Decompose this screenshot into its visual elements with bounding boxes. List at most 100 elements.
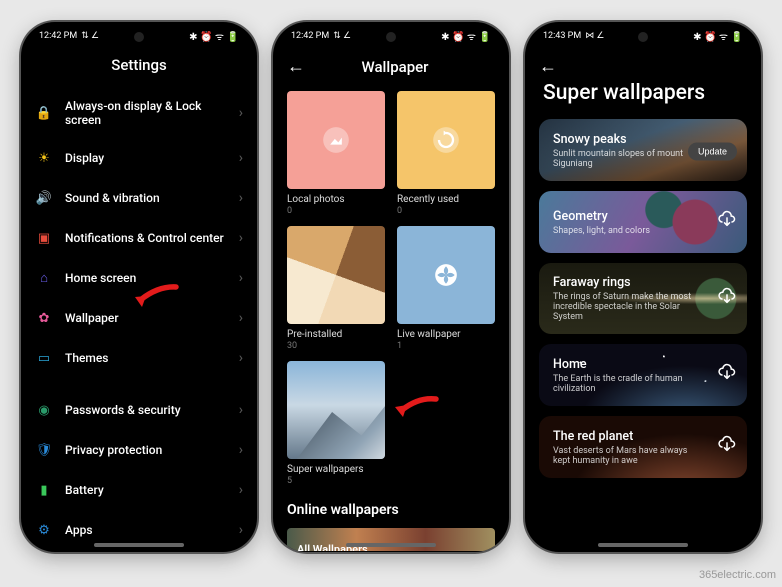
gear-icon: ⚙	[35, 521, 53, 539]
settings-item-passwords[interactable]: ◉ Passwords & security ›	[35, 390, 243, 430]
sw-card-desc: Shapes, light, and colors	[553, 226, 703, 236]
home-indicator[interactable]	[94, 543, 184, 547]
card-all-wallpapers[interactable]: All Wallpapers	[287, 528, 495, 551]
page-title: Super wallpapers	[525, 81, 761, 119]
settings-item-home-screen[interactable]: ⌂ Home screen ›	[35, 258, 243, 298]
chevron-right-icon: ›	[239, 350, 243, 366]
settings-item-label: Notifications & Control center	[65, 231, 224, 245]
sw-card-desc: Vast deserts of Mars have always kept hu…	[553, 446, 703, 466]
chevron-right-icon: ›	[239, 190, 243, 206]
card-count: 1	[397, 341, 495, 351]
sw-card-name: The red planet	[553, 429, 733, 444]
status-icons-left: ⇅ ∠	[81, 31, 99, 41]
status-icons-left: ⋈ ∠	[585, 31, 604, 41]
wallpaper-icon: ✿	[35, 309, 53, 327]
sw-card-red-planet[interactable]: The red planet Vast deserts of Mars have…	[539, 416, 747, 478]
sw-card-snowy-peaks[interactable]: Snowy peaks Sunlit mountain slopes of mo…	[539, 119, 747, 181]
page-title: Settings	[111, 56, 167, 74]
card-live-wallpaper[interactable]: Live wallpaper 1	[397, 226, 495, 351]
settings-item-themes[interactable]: ▭ Themes ›	[35, 338, 243, 378]
page-title: Wallpaper	[313, 58, 477, 76]
card-label: Live wallpaper	[397, 329, 495, 340]
card-count: 5	[287, 476, 385, 486]
card-local-photos[interactable]: Local photos 0	[287, 91, 385, 216]
chevron-right-icon: ›	[239, 105, 243, 121]
download-icon[interactable]	[717, 439, 737, 460]
section-online-wallpapers: Online wallpapers	[287, 502, 495, 518]
camera-notch	[386, 32, 396, 42]
wallpaper-scroll[interactable]: Local photos 0 Recently used 0 Pre-insta…	[273, 91, 509, 551]
lock-icon: 🔒	[35, 104, 53, 122]
status-icons-right: ✱ ⏰ ᯤ 🔋	[441, 29, 491, 43]
settings-item-label: Apps	[65, 523, 93, 537]
status-time: 12:42 PM	[39, 31, 77, 41]
card-label: Super wallpapers	[287, 464, 385, 475]
phone-super-wallpapers: 12:43 PM ⋈ ∠ ✱ ⏰ ᯤ 🔋 ← Super wallpapers …	[525, 22, 761, 552]
settings-item-label: Wallpaper	[65, 311, 119, 325]
chevron-right-icon: ›	[239, 270, 243, 286]
card-super-wallpapers[interactable]: Super wallpapers 5	[287, 361, 385, 486]
super-wallpaper-list[interactable]: Snowy peaks Sunlit mountain slopes of mo…	[525, 119, 761, 478]
settings-item-wallpaper[interactable]: ✿ Wallpaper ›	[35, 298, 243, 338]
fingerprint-icon: ◉	[35, 401, 53, 419]
sw-card-geometry[interactable]: Geometry Shapes, light, and colors	[539, 191, 747, 253]
settings-item-sound[interactable]: 🔊 Sound & vibration ›	[35, 178, 243, 218]
thumbnail	[287, 226, 385, 324]
sw-card-home[interactable]: Home The Earth is the cradle of human ci…	[539, 344, 747, 406]
card-count: 0	[287, 206, 385, 216]
control-center-icon: ▣	[35, 229, 53, 247]
settings-item-label: Home screen	[65, 271, 136, 285]
camera-notch	[638, 32, 648, 42]
header: ← Wallpaper	[273, 50, 509, 91]
settings-item-privacy[interactable]: 🛡 Privacy protection ›	[35, 430, 243, 470]
settings-item-label: Battery	[65, 483, 104, 497]
back-icon[interactable]: ←	[539, 56, 557, 77]
card-label: Pre-installed	[287, 329, 385, 340]
settings-item-additional[interactable]: ⋯ Additional settings ›	[35, 550, 243, 552]
status-icons-right: ✱ ⏰ ᯤ 🔋	[189, 29, 239, 43]
status-time: 12:42 PM	[291, 31, 329, 41]
chevron-right-icon: ›	[239, 442, 243, 458]
settings-item-aod[interactable]: 🔒 Always-on display & Lock screen ›	[35, 88, 243, 138]
sw-card-faraway-rings[interactable]: Faraway rings The rings of Saturn make t…	[539, 263, 747, 334]
card-recently-used[interactable]: Recently used 0	[397, 91, 495, 216]
settings-item-battery[interactable]: ▮ Battery ›	[35, 470, 243, 510]
home-indicator[interactable]	[598, 543, 688, 547]
sw-card-name: Home	[553, 357, 733, 372]
thumbnail	[287, 91, 385, 189]
update-button[interactable]: Update	[688, 143, 737, 161]
settings-item-label: Display	[65, 151, 104, 165]
thumbnail: All Wallpapers	[287, 528, 495, 551]
settings-list: 🔒 Always-on display & Lock screen › ☀ Di…	[21, 88, 257, 552]
sw-card-desc: Sunlit mountain slopes of mount Sigunian…	[553, 149, 703, 169]
home-icon: ⌂	[35, 269, 53, 287]
download-icon[interactable]	[717, 214, 737, 235]
back-icon[interactable]: ←	[287, 56, 305, 77]
settings-item-label: Sound & vibration	[65, 191, 160, 205]
card-pre-installed[interactable]: Pre-installed 30	[287, 226, 385, 351]
sw-card-name: Faraway rings	[553, 275, 733, 290]
image-icon	[322, 126, 350, 154]
thumbnail	[397, 226, 495, 324]
chevron-right-icon: ›	[239, 310, 243, 326]
settings-item-label: Passwords & security	[65, 403, 181, 417]
chevron-right-icon: ›	[239, 150, 243, 166]
settings-item-display[interactable]: ☀ Display ›	[35, 138, 243, 178]
chevron-right-icon: ›	[239, 402, 243, 418]
chevron-right-icon: ›	[239, 482, 243, 498]
status-time: 12:43 PM	[543, 31, 581, 41]
download-icon[interactable]	[717, 367, 737, 388]
sw-card-desc: The rings of Saturn make the most incred…	[553, 292, 703, 322]
battery-icon: ▮	[35, 481, 53, 499]
shield-icon: 🛡	[35, 441, 53, 459]
settings-item-notifications[interactable]: ▣ Notifications & Control center ›	[35, 218, 243, 258]
speaker-icon: 🔊	[35, 189, 53, 207]
camera-notch	[134, 32, 144, 42]
home-indicator[interactable]	[346, 543, 436, 547]
header: Settings	[21, 50, 257, 88]
card-count: 30	[287, 341, 385, 351]
sw-card-name: Geometry	[553, 209, 733, 224]
chevron-right-icon: ›	[239, 230, 243, 246]
recent-icon	[432, 126, 460, 154]
download-icon[interactable]	[717, 290, 737, 311]
